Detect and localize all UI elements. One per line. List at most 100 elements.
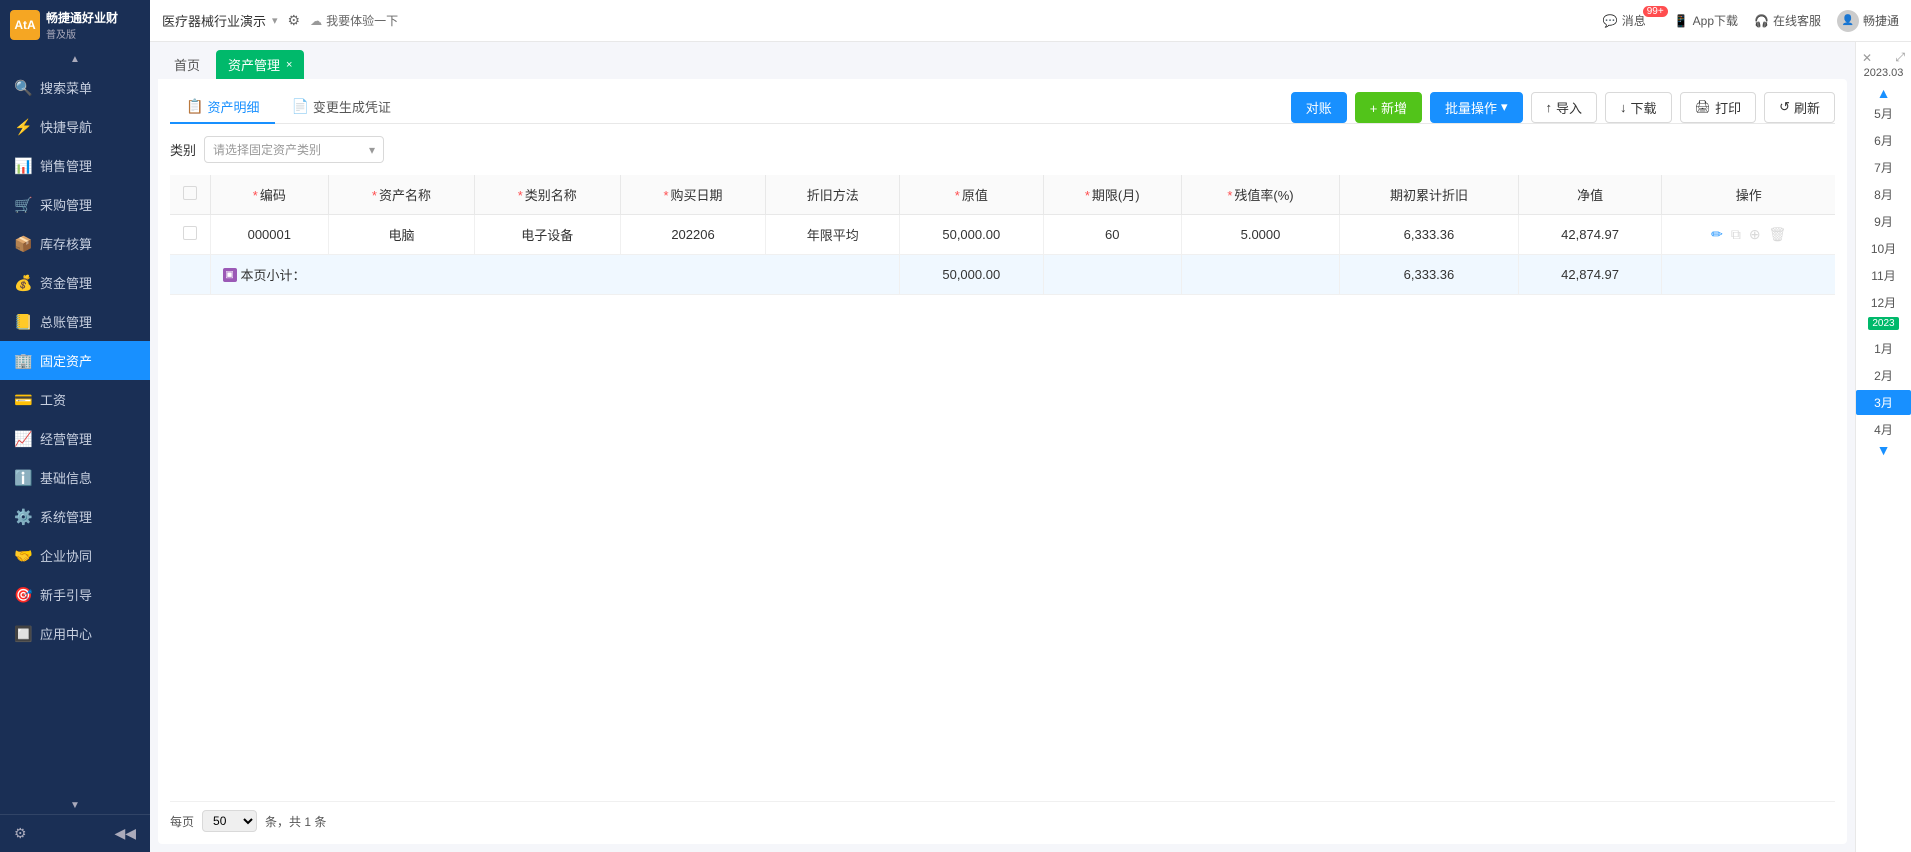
sidebar-scroll-down[interactable]: ▼ bbox=[0, 796, 150, 814]
app-version: 普及版 bbox=[46, 26, 118, 41]
sidebar-item-label: 采购管理 bbox=[40, 195, 92, 214]
sidebar-item-inventory[interactable]: 📦 库存核算 bbox=[0, 224, 150, 263]
month-12[interactable]: 12月 bbox=[1856, 290, 1911, 315]
sidebar-item-apps[interactable]: 🔲 应用中心 bbox=[0, 614, 150, 653]
asset-table: *编码 *资产名称 *类别名称 *购买日期 折旧方法 *原值 *期限(月) *残… bbox=[170, 175, 1835, 801]
sub-tab-label: 变更生成凭证 bbox=[313, 97, 391, 116]
month-2[interactable]: 2月 bbox=[1856, 363, 1911, 388]
app-name: 畅捷通好业财 bbox=[46, 9, 118, 26]
sidebar-item-label: 应用中心 bbox=[40, 624, 92, 643]
print-btn[interactable]: 🖨 打印 bbox=[1680, 92, 1757, 123]
app-download-btn[interactable]: 📱 App下载 bbox=[1674, 12, 1738, 29]
page-size-select[interactable]: 50 100 bbox=[202, 810, 257, 832]
sidebar-item-fixed-assets[interactable]: 🏢 固定资产 bbox=[0, 341, 150, 380]
month-6[interactable]: 6月 bbox=[1856, 128, 1911, 153]
change-voucher-icon: 📄 bbox=[291, 98, 308, 115]
sidebar-item-label: 经营管理 bbox=[40, 429, 92, 448]
col-name: *资产名称 bbox=[329, 175, 475, 215]
tab-change-voucher[interactable]: 📄 变更生成凭证 bbox=[275, 91, 406, 124]
experience-label: 我要体验一下 bbox=[326, 12, 398, 29]
import-btn[interactable]: ↑ 导入 bbox=[1531, 92, 1598, 123]
subtotal-row: ▣ 本页小计： 50,000.00 6,333.36 42,874.97 bbox=[170, 255, 1835, 295]
cell-original-value: 50,000.00 bbox=[899, 215, 1043, 255]
sidebar-item-search[interactable]: 🔍 搜索菜单 bbox=[0, 68, 150, 107]
month-7[interactable]: 7月 bbox=[1856, 155, 1911, 180]
col-cumulative-depreciation: 期初累计折旧 bbox=[1340, 175, 1519, 215]
sidebar-item-label: 系统管理 bbox=[40, 507, 92, 526]
purchase-icon: 🛒 bbox=[14, 196, 32, 214]
row-checkbox[interactable] bbox=[183, 226, 197, 240]
messages-btn[interactable]: 💬 消息 99+ bbox=[1603, 12, 1658, 29]
online-service-btn[interactable]: 🎧 在线客服 bbox=[1754, 12, 1821, 29]
month-10[interactable]: 10月 bbox=[1856, 236, 1911, 261]
fixed-assets-icon: 🏢 bbox=[14, 352, 32, 370]
collapse-icon[interactable]: ◀◀ bbox=[114, 825, 136, 842]
batch-ops-btn[interactable]: 批量操作 ▾ bbox=[1430, 92, 1523, 123]
settings-icon[interactable]: ⚙ bbox=[14, 825, 27, 842]
sidebar-item-label: 总账管理 bbox=[40, 312, 92, 331]
sidebar-item-label: 新手引导 bbox=[40, 585, 92, 604]
delete-btn[interactable]: 🗑 bbox=[1769, 226, 1787, 243]
cell-net-value: 42,874.97 bbox=[1518, 215, 1662, 255]
panel-scroll-down[interactable]: ▼ bbox=[1877, 442, 1891, 458]
sub-tabs: 📋 资产明细 📄 变更生成凭证 对账 + 新增 批量操作 ▾ bbox=[170, 91, 1835, 124]
sidebar: AtA 畅捷通好业财 普及版 ▲ 🔍 搜索菜单 ⚡ 快捷导航 📊 销售管理 🛒 … bbox=[0, 0, 150, 852]
sidebar-item-quick-nav[interactable]: ⚡ 快捷导航 bbox=[0, 107, 150, 146]
col-purchase-date: *购买日期 bbox=[620, 175, 766, 215]
sidebar-scroll-up[interactable]: ▲ bbox=[0, 50, 150, 68]
edit-btn[interactable]: ✏ bbox=[1711, 226, 1723, 243]
tab-close-icon[interactable]: × bbox=[286, 59, 292, 71]
month-8[interactable]: 8月 bbox=[1856, 182, 1911, 207]
month-4[interactable]: 4月 bbox=[1856, 417, 1911, 442]
month-11[interactable]: 11月 bbox=[1856, 263, 1911, 288]
user-btn[interactable]: 👤 畅捷通 bbox=[1837, 10, 1899, 32]
sidebar-item-funds[interactable]: 💰 资金管理 bbox=[0, 263, 150, 302]
month-3-current[interactable]: 3月 bbox=[1856, 390, 1911, 415]
export-btn[interactable]: ⊕ bbox=[1749, 226, 1761, 243]
user-label: 畅捷通 bbox=[1863, 12, 1899, 29]
month-9[interactable]: 9月 bbox=[1856, 209, 1911, 234]
sidebar-item-cooperation[interactable]: 🤝 企业协同 bbox=[0, 536, 150, 575]
tabs-bar: 首页 资产管理 × bbox=[150, 42, 1855, 79]
sidebar-item-sales[interactable]: 📊 销售管理 bbox=[0, 146, 150, 185]
sidebar-item-ledger[interactable]: 📒 总账管理 bbox=[0, 302, 150, 341]
import-icon: ↑ bbox=[1546, 100, 1553, 115]
batch-ops-label: 批量操作 bbox=[1445, 98, 1497, 117]
category-filter[interactable]: 请选择固定资产类别 ▾ bbox=[204, 136, 384, 163]
sidebar-item-label: 资金管理 bbox=[40, 273, 92, 292]
col-period: *期限(月) bbox=[1043, 175, 1181, 215]
tab-asset-management[interactable]: 资产管理 × bbox=[216, 50, 304, 79]
panel-close-icon[interactable]: ✕ bbox=[1862, 51, 1872, 65]
avatar: 👤 bbox=[1837, 10, 1859, 32]
panel-expand-icon[interactable]: ⤢ bbox=[1895, 50, 1905, 65]
experience-btn[interactable]: ☁ 我要体验一下 bbox=[310, 12, 398, 29]
sidebar-item-basic-info[interactable]: ℹ️ 基础信息 bbox=[0, 458, 150, 497]
reconcile-btn[interactable]: 对账 bbox=[1291, 92, 1347, 123]
funds-icon: 💰 bbox=[14, 274, 32, 292]
month-5[interactable]: 5月 bbox=[1856, 101, 1911, 126]
tab-asset-detail[interactable]: 📋 资产明细 bbox=[170, 91, 275, 124]
quick-nav-icon: ⚡ bbox=[14, 118, 32, 136]
tab-home[interactable]: 首页 bbox=[162, 50, 212, 79]
month-1[interactable]: 1月 bbox=[1856, 336, 1911, 361]
select-all-checkbox[interactable] bbox=[183, 186, 197, 200]
asset-detail-icon: 📋 bbox=[186, 98, 203, 115]
new-btn[interactable]: + 新增 bbox=[1355, 92, 1422, 123]
search-icon: 🔍 bbox=[14, 79, 32, 97]
sub-tab-label: 资产明细 bbox=[207, 97, 259, 116]
company-selector[interactable]: 医疗器械行业演示 ▾ bbox=[162, 11, 278, 30]
cell-code: 000001 bbox=[210, 215, 329, 255]
refresh-btn[interactable]: ↺ 刷新 bbox=[1764, 92, 1835, 123]
sidebar-item-guide[interactable]: 🎯 新手引导 bbox=[0, 575, 150, 614]
download-btn[interactable]: ↓ 下载 bbox=[1605, 92, 1672, 123]
sidebar-item-payroll[interactable]: 💳 工资 bbox=[0, 380, 150, 419]
sidebar-item-purchase[interactable]: 🛒 采购管理 bbox=[0, 185, 150, 224]
copy-btn[interactable]: ⧉ bbox=[1731, 226, 1741, 243]
panel-scroll-up[interactable]: ▲ bbox=[1877, 85, 1891, 101]
sidebar-item-operations[interactable]: 📈 经营管理 bbox=[0, 419, 150, 458]
cell-depreciation: 年限平均 bbox=[766, 215, 900, 255]
col-category: *类别名称 bbox=[474, 175, 620, 215]
settings-gear-icon[interactable]: ⚙ bbox=[288, 12, 301, 29]
basic-info-icon: ℹ️ bbox=[14, 469, 32, 487]
sidebar-item-system[interactable]: ⚙️ 系统管理 bbox=[0, 497, 150, 536]
